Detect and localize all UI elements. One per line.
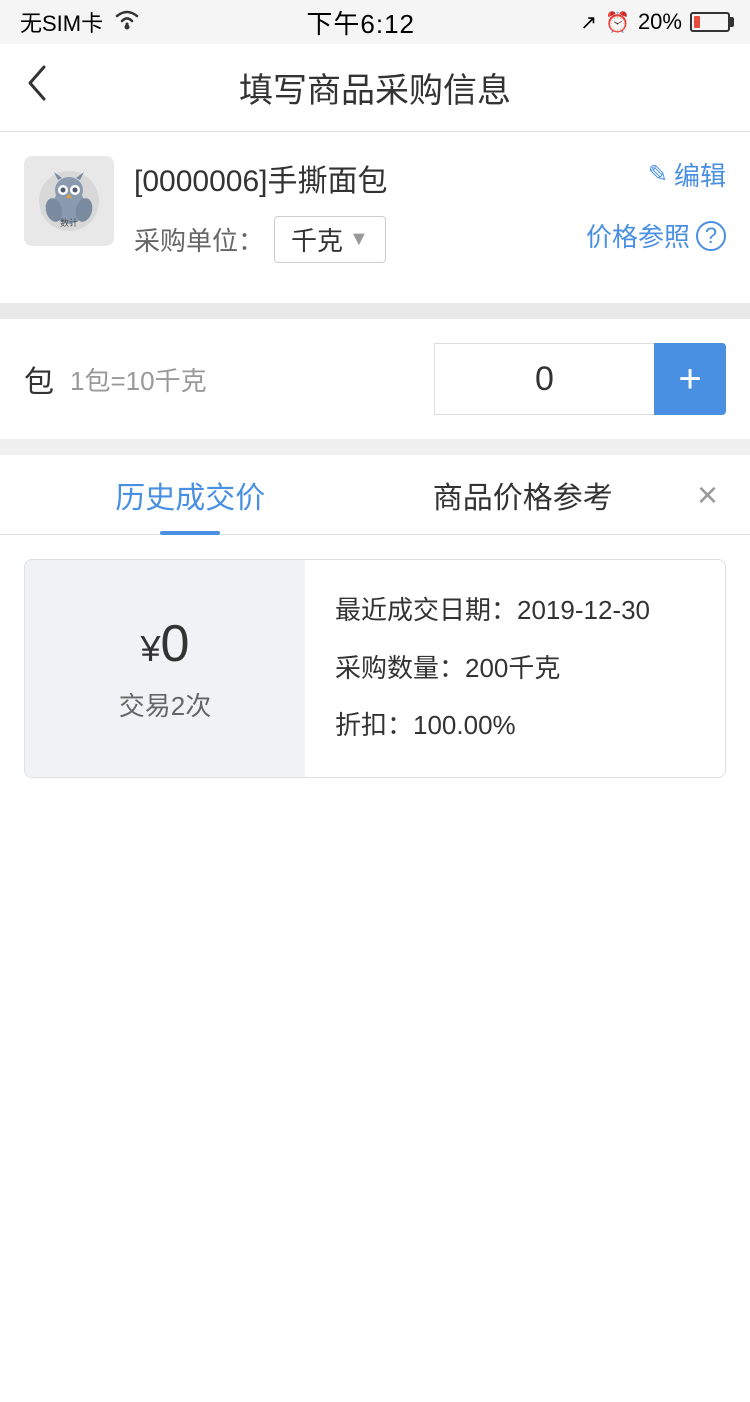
edit-label: 编辑 [674, 156, 726, 193]
plus-icon: + [678, 357, 701, 402]
tabs-section: 历史成交价 商品价格参考 × ¥0 交易2次 最近成交日期：2019-12-30… [0, 455, 750, 802]
tab2-label: 商品价格参考 [433, 473, 613, 517]
price-value: 0 [161, 615, 190, 673]
discount-value: 100.00% [413, 710, 516, 740]
back-button[interactable] [24, 63, 48, 112]
status-time: 下午6:12 [306, 4, 415, 41]
product-thumbnail: 数计 [24, 156, 114, 246]
card-trades-label: 交易2次 [119, 686, 211, 723]
wifi-icon [113, 8, 141, 36]
svg-text:数计: 数计 [60, 217, 78, 228]
purchase-qty-row: 采购数量：200千克 [335, 648, 695, 690]
close-button[interactable]: × [689, 474, 726, 516]
tabs-header: 历史成交价 商品价格参考 × [0, 455, 750, 535]
nav-bar: 填写商品采购信息 [0, 44, 750, 132]
price-symbol: ¥ [141, 628, 161, 669]
page-title: 填写商品采购信息 [239, 63, 511, 112]
status-left: 无SIM卡 [20, 6, 141, 38]
edit-icon: ✎ [648, 160, 668, 189]
card-price-area: ¥0 交易2次 [25, 560, 305, 777]
help-icon: ? [696, 221, 726, 251]
unit-value: 千克 [291, 221, 343, 258]
unit-bao-label: 包 [24, 357, 54, 401]
battery-percent: 20% [638, 9, 682, 35]
section-divider [0, 303, 750, 319]
alarm-icon: ⏰ [605, 10, 630, 35]
recent-date-row: 最近成交日期：2019-12-30 [335, 590, 695, 632]
recent-date-label: 最近成交日期： [335, 595, 517, 625]
history-card: ¥0 交易2次 最近成交日期：2019-12-30 采购数量：200千克 折扣：… [24, 559, 726, 778]
edit-button[interactable]: ✎ 编辑 [648, 156, 726, 193]
unit-select[interactable]: 千克 ▼ [274, 216, 386, 263]
bottom-area [0, 802, 750, 1402]
right-actions: ✎ 编辑 价格参照 ? [586, 156, 726, 254]
quantity-input-group: 0 + [434, 343, 726, 415]
price-ref-button[interactable]: 价格参照 ? [586, 217, 726, 254]
unit-dropdown-arrow: ▼ [349, 228, 369, 251]
quantity-plus-button[interactable]: + [654, 343, 726, 415]
unit-conversion: 1包=10千克 [70, 361, 207, 398]
product-unit-row: 采购单位： 千克 ▼ [134, 216, 387, 263]
product-name: [0000006]手撕面包 [134, 156, 387, 200]
discount-row: 折扣：100.00% [335, 705, 695, 747]
quantity-section: 包 1包=10千克 0 + [0, 319, 750, 439]
location-icon: ↗ [580, 10, 597, 35]
carrier-text: 无SIM卡 [20, 6, 103, 38]
purchase-qty-value: 200千克 [465, 653, 560, 683]
card-detail-area: 最近成交日期：2019-12-30 采购数量：200千克 折扣：100.00% [305, 560, 725, 777]
tab1-label: 历史成交价 [115, 473, 265, 517]
recent-date-value: 2019-12-30 [517, 595, 650, 625]
battery-icon [690, 12, 730, 32]
tab-price-reference[interactable]: 商品价格参考 [356, 455, 688, 535]
status-bar: 无SIM卡 下午6:12 ↗ ⏰ 20% [0, 0, 750, 44]
card-section: ¥0 交易2次 最近成交日期：2019-12-30 采购数量：200千克 折扣：… [0, 535, 750, 802]
price-ref-label: 价格参照 [586, 217, 690, 254]
product-info: [0000006]手撕面包 采购单位： 千克 ▼ [134, 156, 387, 263]
unit-label: 采购单位： [134, 221, 264, 258]
status-right: ↗ ⏰ 20% [580, 9, 730, 35]
purchase-qty-label: 采购数量： [335, 653, 465, 683]
discount-label: 折扣： [335, 710, 413, 740]
quantity-input[interactable]: 0 [434, 343, 654, 415]
card-price-display: ¥0 [141, 614, 190, 674]
tab-history-price[interactable]: 历史成交价 [24, 455, 356, 535]
product-section: 数计 [0000006]手撕面包 采购单位： 千克 ▼ ✎ 编辑 [0, 132, 750, 303]
tab-underline [160, 531, 220, 535]
